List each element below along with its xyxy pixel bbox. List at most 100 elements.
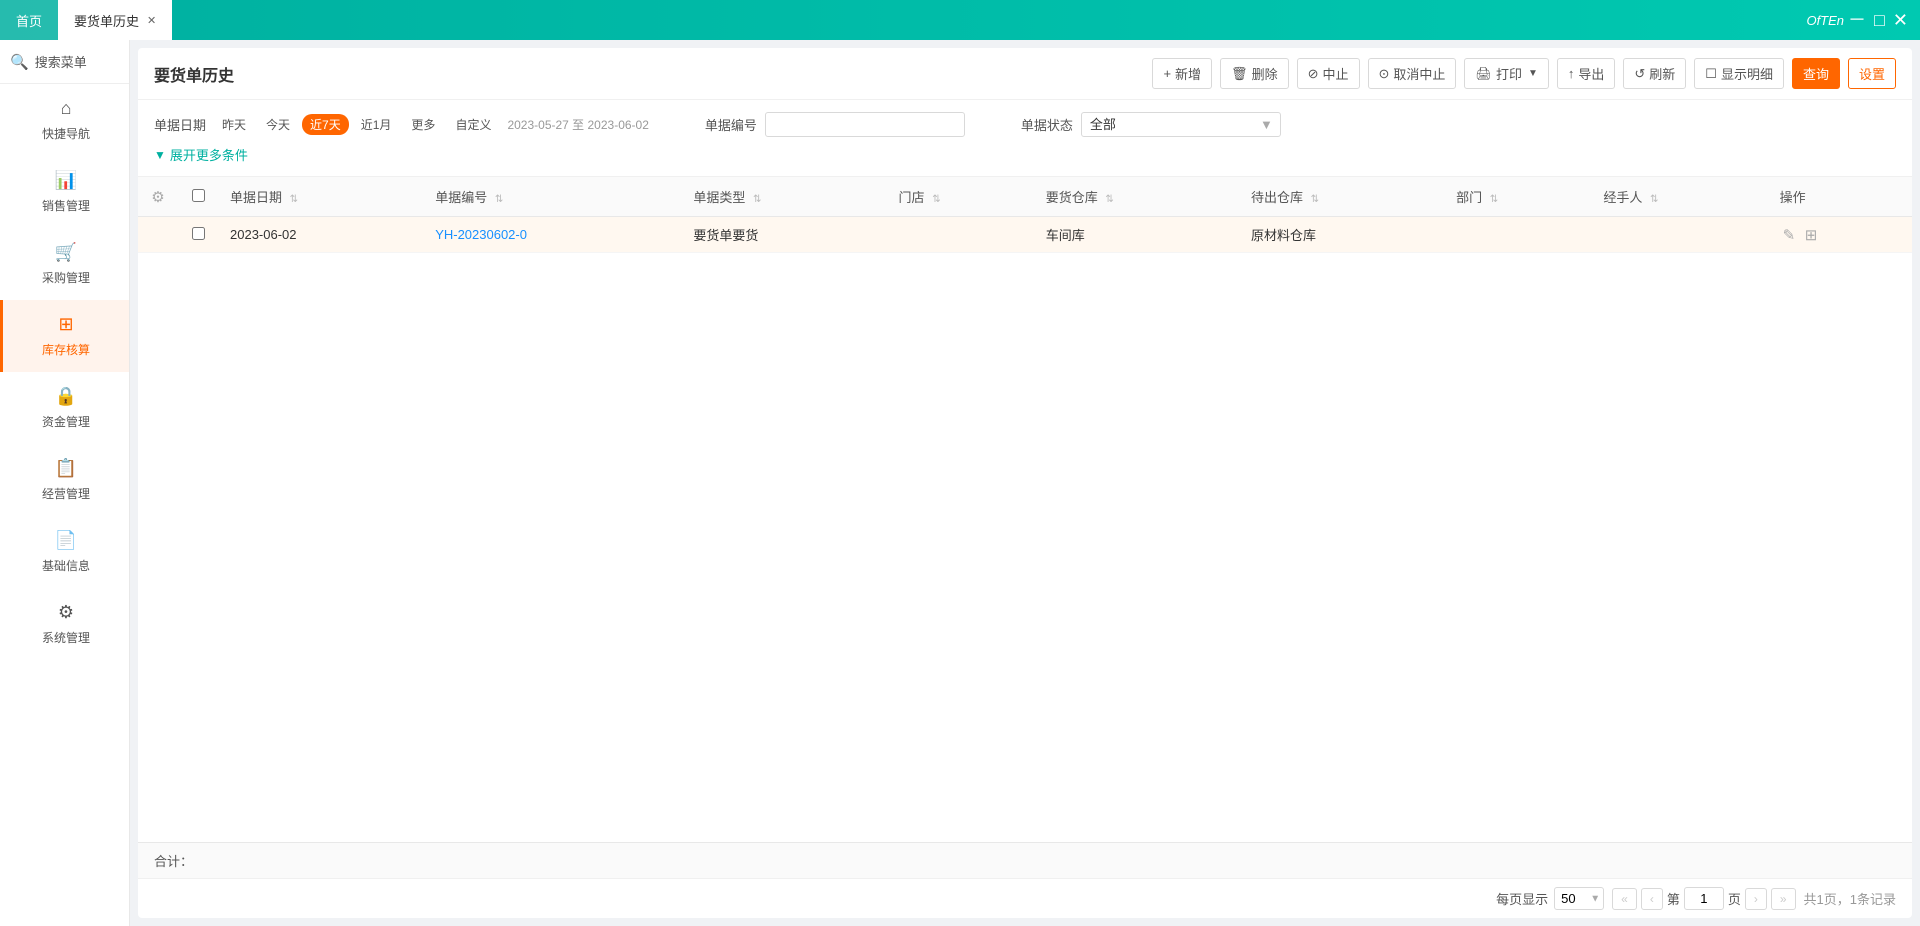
add-button[interactable]: + 新增 xyxy=(1152,58,1212,89)
page-number-input[interactable] xyxy=(1684,887,1724,910)
select-all-checkbox[interactable] xyxy=(192,189,205,202)
minimize-button[interactable]: － xyxy=(1848,11,1866,29)
inventory-label: 库存核算 xyxy=(42,341,90,358)
table-header-row: ⚙ 单据日期 ⇅ 单据编号 ⇅ xyxy=(138,177,1912,217)
sort-store-icon[interactable]: ⇅ xyxy=(932,194,940,205)
th-handler-label: 经手人 xyxy=(1603,190,1642,205)
status-select-wrap: 全部 待审核 已审核 已中止 ▼ xyxy=(1081,112,1281,137)
settings-button[interactable]: 设置 xyxy=(1848,58,1896,89)
cancel-stop-button[interactable]: ⊙ 取消中止 xyxy=(1368,58,1457,89)
filter-bar: 单据日期 昨天 今天 近7天 近1月 更多 自定义 2023-05-27 至 2… xyxy=(138,100,1912,177)
refresh-icon: ↺ xyxy=(1634,66,1645,82)
today-btn[interactable]: 今天 xyxy=(258,114,298,135)
maximize-button[interactable]: □ xyxy=(1874,11,1885,29)
order-no-filter: 单据编号 xyxy=(705,112,965,137)
page-title: 要货单历史 xyxy=(154,62,234,86)
th-settings: ⚙ xyxy=(138,177,178,217)
th-type-label: 单据类型 xyxy=(693,190,745,205)
expand-more-btn[interactable]: ▼ 展开更多条件 xyxy=(154,145,1896,164)
row-type-value: 要货单要货 xyxy=(693,228,758,243)
th-checkbox xyxy=(178,177,218,217)
next-page-btn[interactable]: › xyxy=(1745,888,1767,910)
stop-label: 中止 xyxy=(1322,64,1348,83)
yesterday-btn[interactable]: 昨天 xyxy=(214,114,254,135)
date-filter-label: 单据日期 xyxy=(154,115,206,134)
sort-wait-warehouse-icon[interactable]: ⇅ xyxy=(1311,194,1319,205)
row-more-icon[interactable]: ⊞ xyxy=(1805,227,1818,244)
total-pages-info: 共1页，1条记录 xyxy=(1804,889,1896,908)
query-button[interactable]: 查询 xyxy=(1792,58,1840,89)
export-button[interactable]: ↑ 导出 xyxy=(1557,58,1616,89)
last-month-btn[interactable]: 近1月 xyxy=(353,114,400,135)
sort-date-icon[interactable]: ⇅ xyxy=(290,194,298,205)
sort-order-no-icon[interactable]: ⇅ xyxy=(495,194,503,205)
system-icon: ⚙ xyxy=(58,602,74,623)
filter-expand-row: ▼ 展开更多条件 xyxy=(154,145,1896,164)
sidebar-item-basic-info[interactable]: 📄 基础信息 xyxy=(0,516,129,588)
sort-req-warehouse-icon[interactable]: ⇅ xyxy=(1105,194,1113,205)
row-date-value: 2023-06-02 xyxy=(230,227,297,242)
last7days-btn[interactable]: 近7天 xyxy=(302,114,349,135)
row-checkbox[interactable] xyxy=(192,227,205,240)
filter-row-1: 单据日期 昨天 今天 近7天 近1月 更多 自定义 2023-05-27 至 2… xyxy=(154,112,1896,137)
footer-bar: 合计： xyxy=(138,842,1912,878)
row-order-no-link[interactable]: YH-20230602-0 xyxy=(435,227,527,242)
finance-icon: 🔒 xyxy=(55,386,77,407)
refresh-button[interactable]: ↺ 刷新 xyxy=(1623,58,1686,89)
sidebar-search[interactable]: 🔍 搜索菜单 xyxy=(0,40,129,84)
show-detail-button[interactable]: ☐ 显示明细 xyxy=(1694,58,1784,89)
query-label: 查询 xyxy=(1803,64,1829,83)
row-checkbox-cell xyxy=(178,217,218,253)
more-btn[interactable]: 更多 xyxy=(403,114,443,135)
row-req-warehouse-value: 车间库 xyxy=(1046,228,1085,243)
sidebar-item-operations[interactable]: 📋 经营管理 xyxy=(0,444,129,516)
sidebar-item-inventory[interactable]: ⊞ 库存核算 xyxy=(0,300,129,372)
sidebar-item-finance[interactable]: 🔒 资金管理 xyxy=(0,372,129,444)
row-edit-icon[interactable]: ✎ xyxy=(1783,227,1796,244)
expand-more-label: 展开更多条件 xyxy=(170,145,248,164)
print-label: 打印 xyxy=(1496,64,1522,83)
cancel-stop-label: 取消中止 xyxy=(1393,64,1445,83)
print-dropdown-icon: ▼ xyxy=(1528,68,1538,79)
sidebar-item-sales[interactable]: 📊 销售管理 xyxy=(0,156,129,228)
row-date: 2023-06-02 xyxy=(218,217,423,253)
status-select[interactable]: 全部 待审核 已审核 已中止 xyxy=(1081,112,1281,137)
custom-btn[interactable]: 自定义 xyxy=(447,114,499,135)
row-wait-warehouse: 原材料仓库 xyxy=(1239,217,1444,253)
sort-handler-icon[interactable]: ⇅ xyxy=(1650,194,1658,205)
th-store-label: 门店 xyxy=(899,190,925,205)
order-no-input[interactable] xyxy=(765,112,965,137)
row-handler xyxy=(1591,217,1767,253)
prev-page-btn[interactable]: ‹ xyxy=(1641,888,1663,910)
first-page-btn[interactable]: « xyxy=(1612,888,1637,910)
quick-nav-label: 快捷导航 xyxy=(42,125,90,142)
sort-dept-icon[interactable]: ⇅ xyxy=(1490,194,1498,205)
page-size-wrap: 每页显示 20 50 100 200 ▼ xyxy=(1496,887,1604,910)
table-area: ⚙ 单据日期 ⇅ 单据编号 ⇅ xyxy=(138,177,1912,842)
date-range-display: 2023-05-27 至 2023-06-02 xyxy=(507,116,648,133)
print-button[interactable]: 🖨 打印 ▼ xyxy=(1464,58,1548,89)
row-dept xyxy=(1444,217,1591,253)
page-size-select[interactable]: 20 50 100 200 xyxy=(1554,887,1604,910)
tab-home[interactable]: 首页 xyxy=(0,0,58,40)
close-window-button[interactable]: ✕ xyxy=(1893,11,1908,29)
table-settings-icon[interactable]: ⚙ xyxy=(151,189,164,206)
sort-type-icon[interactable]: ⇅ xyxy=(753,194,761,205)
stop-button[interactable]: ⊘ 中止 xyxy=(1297,58,1360,89)
th-dept: 部门 ⇅ xyxy=(1444,177,1591,217)
purchase-label: 采购管理 xyxy=(42,269,90,286)
th-actions-label: 操作 xyxy=(1780,190,1806,205)
sidebar-item-system[interactable]: ⚙ 系统管理 xyxy=(0,588,129,660)
sidebar-item-purchase[interactable]: 🛒 采购管理 xyxy=(0,228,129,300)
search-label: 搜索菜单 xyxy=(35,52,87,71)
tab-close-icon[interactable]: ✕ xyxy=(147,14,156,27)
sidebar: 🔍 搜索菜单 ⌂ 快捷导航 📊 销售管理 🛒 采购管理 ⊞ 库存核算 🔒 资金管… xyxy=(0,40,130,926)
tab-home-label: 首页 xyxy=(16,11,42,30)
last-page-btn[interactable]: » xyxy=(1771,888,1796,910)
tab-requisition-history[interactable]: 要货单历史 ✕ xyxy=(58,0,172,40)
purchase-icon: 🛒 xyxy=(55,242,77,263)
delete-icon: 🗑 xyxy=(1231,66,1248,82)
delete-label: 删除 xyxy=(1252,64,1278,83)
sidebar-item-quick-nav[interactable]: ⌂ 快捷导航 xyxy=(0,84,129,156)
delete-button[interactable]: 🗑 删除 xyxy=(1220,58,1289,89)
